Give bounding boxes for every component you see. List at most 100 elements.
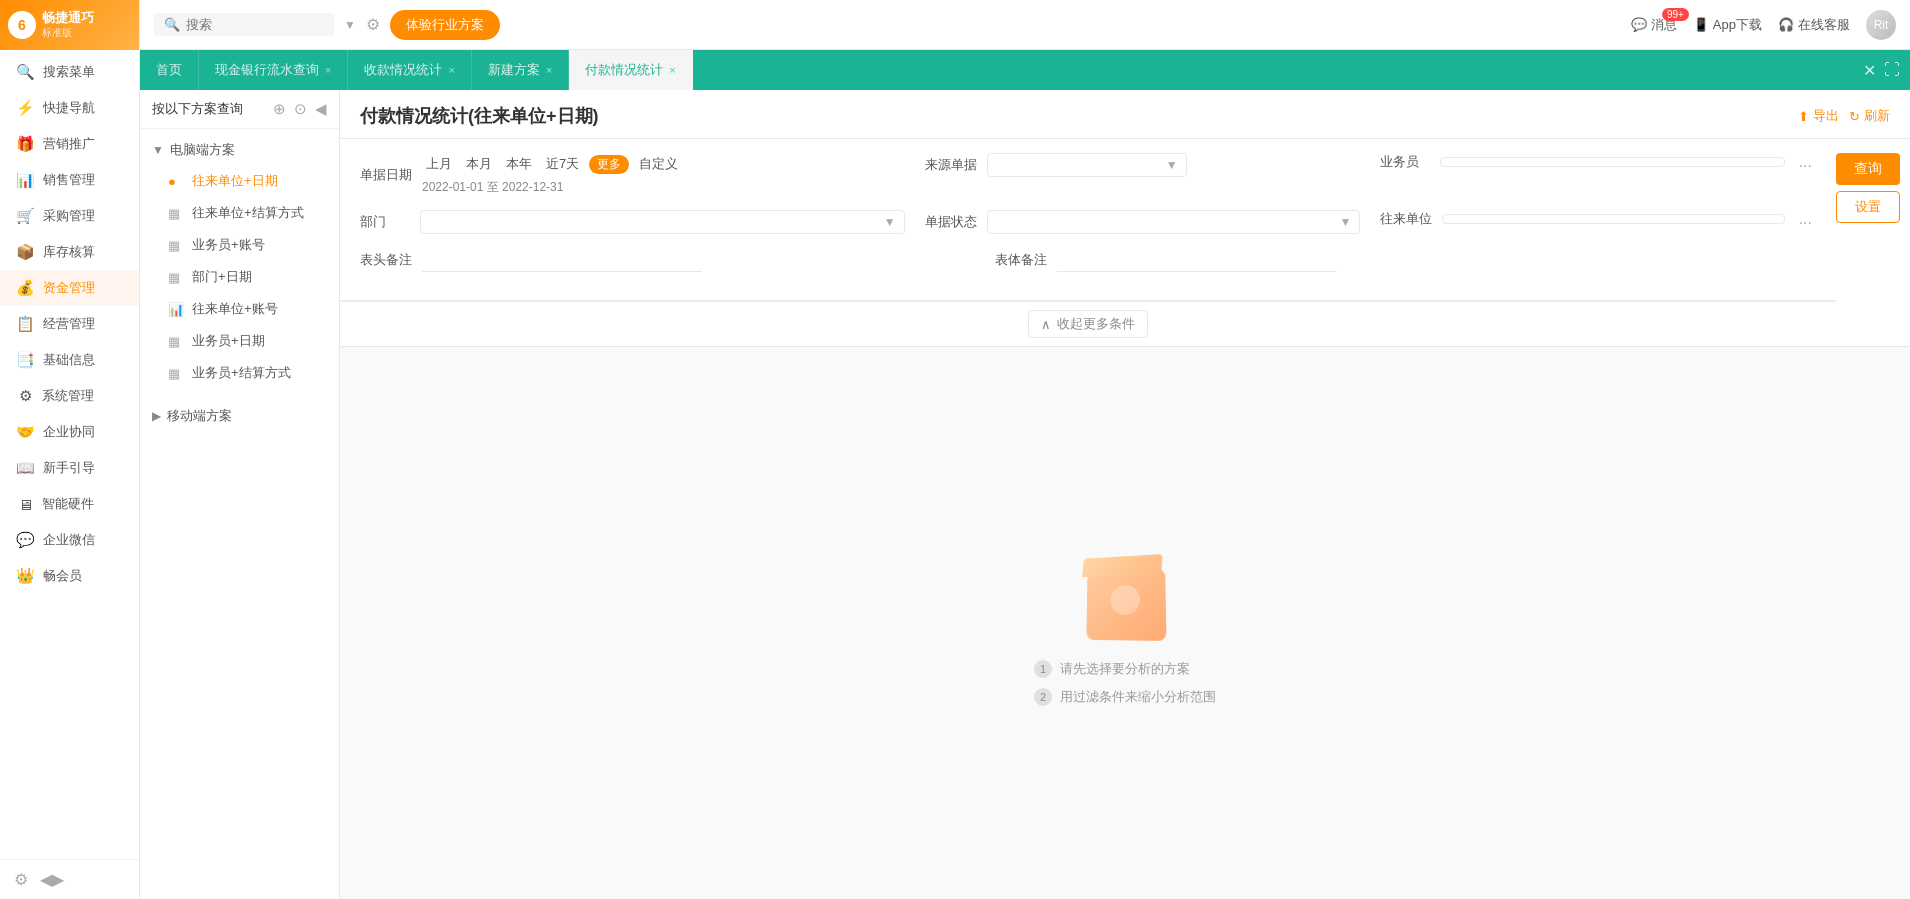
- filter-staff-field: 业务员 ...: [1380, 153, 1816, 171]
- topbar-search-input[interactable]: [186, 17, 306, 32]
- sidebar-item-guide[interactable]: 📖 新手引导: [0, 450, 139, 486]
- filter-settings-btn[interactable]: 设置: [1836, 191, 1900, 223]
- tab-payment-stats-label: 付款情况统计: [585, 61, 663, 79]
- scheme-item-staff-account[interactable]: ▦ 业务员+账号: [140, 229, 339, 261]
- message-badge: 99+: [1662, 8, 1689, 21]
- sidebar-item-purchase[interactable]: 🛒 采购管理: [0, 198, 139, 234]
- body-note-input[interactable]: [1057, 248, 1337, 272]
- scheme-settings-icon[interactable]: ⊙: [294, 100, 307, 118]
- app-download-label: App下载: [1713, 16, 1762, 34]
- dept-select[interactable]: ▼: [420, 210, 905, 234]
- app-title-block: 畅捷通巧 标准版: [42, 10, 94, 40]
- query-btn[interactable]: 查询: [1836, 153, 1900, 185]
- partner-select[interactable]: [1442, 214, 1784, 224]
- filter-row-2: 部门 ▼ 单据状态 ▼: [360, 210, 1816, 234]
- tab-payment-stats[interactable]: 付款情况统计 ×: [569, 50, 692, 90]
- topbar-dropdown-icon[interactable]: ▼: [344, 18, 356, 32]
- scheme-item-icon-6: ▦: [168, 366, 184, 381]
- scheme-item-partner-settlement[interactable]: ▦ 往来单位+结算方式: [140, 197, 339, 229]
- wechat-icon: 💬: [16, 531, 35, 549]
- date-opt-custom[interactable]: 自定义: [635, 153, 682, 175]
- docstatus-select-arrow: ▼: [1339, 215, 1351, 229]
- tab-new-scheme-close[interactable]: ×: [546, 64, 552, 76]
- scheme-item-partner-account-label: 往来单位+账号: [192, 300, 278, 318]
- sidebar-item-wechat[interactable]: 💬 企业微信: [0, 522, 139, 558]
- scheme-item-partner-date[interactable]: ● 往来单位+日期: [140, 165, 339, 197]
- scheme-header-icons: ⊕ ⊙ ◀: [273, 100, 327, 118]
- basic-icon: 📑: [16, 351, 35, 369]
- app-version: 标准版: [42, 26, 94, 40]
- app-name: 畅捷通巧: [42, 10, 94, 26]
- app-download-btn[interactable]: 📱 App下载: [1693, 16, 1762, 34]
- tab-new-scheme[interactable]: 新建方案 ×: [472, 50, 569, 90]
- message-btn[interactable]: 💬 消息 99+: [1631, 16, 1677, 34]
- sidebar-item-hardware[interactable]: 🖥 智能硬件: [0, 486, 139, 522]
- scheme-item-staff-date[interactable]: ▦ 业务员+日期: [140, 325, 339, 357]
- tab-home[interactable]: 首页: [140, 50, 199, 90]
- export-btn[interactable]: ⬆ 导出: [1798, 107, 1839, 125]
- trial-btn[interactable]: 体验行业方案: [390, 10, 500, 40]
- sidebar: 6 畅捷通巧 标准版 🔍 搜索菜单 ⚡ 快捷导航 🎁 营销推广 📊 销售管理 🛒…: [0, 0, 140, 899]
- sidebar-item-search-label: 搜索菜单: [43, 63, 95, 81]
- tab-bank-close[interactable]: ×: [325, 64, 331, 76]
- refresh-btn[interactable]: ↻ 刷新: [1849, 107, 1890, 125]
- user-profile[interactable]: Rit: [1866, 10, 1896, 40]
- tab-receipt-stats[interactable]: 收款情况统计 ×: [348, 50, 471, 90]
- collapse-conditions-btn[interactable]: ∧ 收起更多条件: [1028, 310, 1148, 338]
- filter-date-field: 单据日期 上月 本月 本年 近7天 更多 自定义: [360, 153, 905, 196]
- date-opt-this-year[interactable]: 本年: [502, 153, 536, 175]
- topbar-search-box[interactable]: 🔍: [154, 13, 334, 36]
- scheme-item-dept-date[interactable]: ▦ 部门+日期: [140, 261, 339, 293]
- empty-hint-2: 2 用过滤条件来缩小分析范围: [1034, 688, 1216, 706]
- empty-num-2: 2: [1034, 688, 1052, 706]
- scheme-add-icon[interactable]: ⊕: [273, 100, 286, 118]
- scheme-pc-section: ▼ 电脑端方案 ● 往来单位+日期 ▦ 往来单位+结算方式 ▦ 业务员+账号 ▦: [140, 129, 339, 395]
- sidebar-item-search[interactable]: 🔍 搜索菜单: [0, 54, 139, 90]
- empty-text: 1 请先选择要分析的方案 2 用过滤条件来缩小分析范围: [1034, 660, 1216, 706]
- filter-date-options: 上月 本月 本年 近7天 更多 自定义: [422, 153, 682, 175]
- staff-dots[interactable]: ...: [1795, 153, 1816, 171]
- date-opt-this-month[interactable]: 本月: [462, 153, 496, 175]
- collapse-sidebar-icon[interactable]: ◀▶: [40, 870, 64, 889]
- staff-label: 业务员: [1380, 153, 1430, 171]
- close-window-icon[interactable]: ✕: [1863, 61, 1876, 80]
- sidebar-item-quick-nav[interactable]: ⚡ 快捷导航: [0, 90, 139, 126]
- empty-illustration: [1065, 540, 1185, 640]
- date-opt-7days[interactable]: 近7天: [542, 153, 583, 175]
- tab-home-label: 首页: [156, 61, 182, 79]
- scheme-collapse-icon[interactable]: ◀: [315, 100, 327, 118]
- online-service-btn[interactable]: 🎧 在线客服: [1778, 16, 1850, 34]
- sidebar-item-inventory[interactable]: 📦 库存核算: [0, 234, 139, 270]
- maximize-window-icon[interactable]: ⛶: [1884, 61, 1900, 79]
- scheme-panel: 按以下方案查询 ⊕ ⊙ ◀ ▼ 电脑端方案 ● 往来单位+日期 ▦: [140, 90, 340, 899]
- tab-receipt-close[interactable]: ×: [448, 64, 454, 76]
- scheme-item-icon-4: 📊: [168, 302, 184, 317]
- sidebar-item-sales[interactable]: 📊 销售管理: [0, 162, 139, 198]
- date-opt-last-month[interactable]: 上月: [422, 153, 456, 175]
- scheme-item-staff-settlement[interactable]: ▦ 业务员+结算方式: [140, 357, 339, 389]
- scheme-pc-header[interactable]: ▼ 电脑端方案: [140, 135, 339, 165]
- tab-bank[interactable]: 现金银行流水查询 ×: [199, 50, 348, 90]
- sidebar-item-marketing[interactable]: 🎁 营销推广: [0, 126, 139, 162]
- sidebar-item-enterprise[interactable]: 🤝 企业协同: [0, 414, 139, 450]
- docstatus-select[interactable]: ▼: [987, 210, 1361, 234]
- settings-footer-icon[interactable]: ⚙: [14, 870, 28, 889]
- sidebar-item-system[interactable]: ⚙ 系统管理: [0, 378, 139, 414]
- sidebar-item-marketing-label: 营销推广: [43, 135, 95, 153]
- partner-dots[interactable]: ...: [1795, 210, 1816, 228]
- tab-payment-stats-close[interactable]: ×: [669, 64, 675, 76]
- header-note-input[interactable]: [422, 248, 702, 272]
- staff-select[interactable]: [1440, 157, 1784, 167]
- sidebar-item-member[interactable]: 👑 畅会员: [0, 558, 139, 594]
- topbar-gear-icon[interactable]: ⚙: [366, 15, 380, 34]
- sidebar-item-basic[interactable]: 📑 基础信息: [0, 342, 139, 378]
- scheme-mobile-header[interactable]: ▶ 移动端方案: [140, 401, 339, 431]
- tab-new-scheme-label: 新建方案: [488, 61, 540, 79]
- topbar-search-icon: 🔍: [164, 17, 180, 32]
- sidebar-item-purchase-label: 采购管理: [43, 207, 95, 225]
- scheme-item-partner-account[interactable]: 📊 往来单位+账号: [140, 293, 339, 325]
- source-select[interactable]: ▼: [987, 153, 1187, 177]
- sidebar-item-operations[interactable]: 📋 经营管理: [0, 306, 139, 342]
- date-opt-more[interactable]: 更多: [589, 155, 629, 174]
- sidebar-item-finance[interactable]: 💰 资金管理: [0, 270, 139, 306]
